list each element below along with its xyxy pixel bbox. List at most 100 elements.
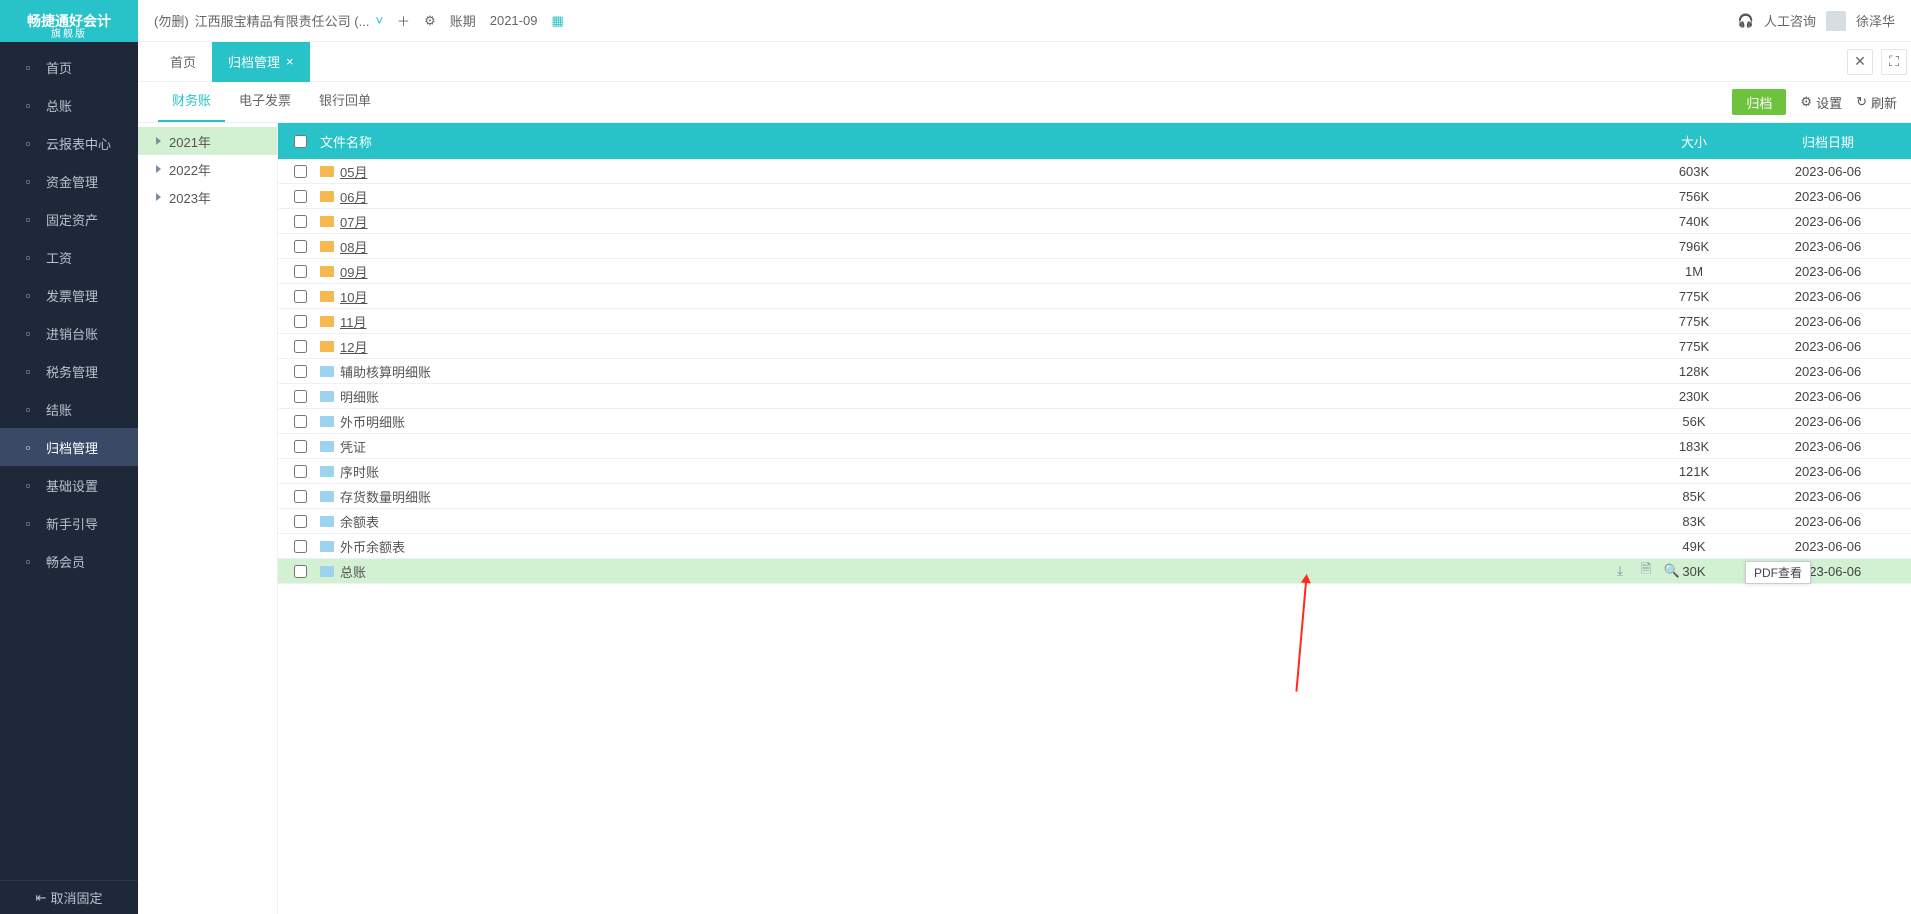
file-name: 外币明细账 bbox=[340, 415, 405, 430]
tab-close-button[interactable]: ✕ bbox=[1847, 49, 1873, 75]
file-link[interactable]: 09月 bbox=[340, 265, 367, 280]
sidebar-item-invoice[interactable]: ▫发票管理 bbox=[0, 276, 138, 314]
home-icon: ▫ bbox=[20, 59, 36, 75]
table-row: 外币余额表49K2023-06-06 bbox=[278, 534, 1911, 559]
row-check[interactable] bbox=[286, 240, 314, 253]
user-name[interactable]: 徐泽华 bbox=[1856, 11, 1895, 30]
calendar-icon[interactable]: ▦ bbox=[551, 13, 563, 29]
row-check[interactable] bbox=[286, 165, 314, 178]
year-pane: 2021年2022年2023年 bbox=[138, 123, 278, 914]
sidebar-item-archive[interactable]: ▫归档管理 bbox=[0, 428, 138, 466]
row-check[interactable] bbox=[286, 465, 314, 478]
row-size: 56K bbox=[1635, 414, 1753, 429]
file-link[interactable]: 08月 bbox=[340, 240, 367, 255]
row-check[interactable] bbox=[286, 440, 314, 453]
row-check[interactable] bbox=[286, 315, 314, 328]
download-icon[interactable]: ⤓ bbox=[1611, 562, 1629, 580]
settings-button[interactable]: ⚙ 设置 bbox=[1800, 93, 1842, 112]
table-row: 11月775K2023-06-06 bbox=[278, 309, 1911, 334]
file-link[interactable]: 12月 bbox=[340, 340, 367, 355]
folder-icon bbox=[320, 241, 334, 252]
tab-首页[interactable]: 首页 bbox=[154, 42, 212, 82]
reports-icon: ▫ bbox=[20, 135, 36, 151]
page-tabs: 首页归档管理× ✕ ⛶ bbox=[138, 42, 1911, 82]
fixed-assets-icon: ▫ bbox=[20, 211, 36, 227]
row-size: 1M bbox=[1635, 264, 1753, 279]
tax-icon: ▫ bbox=[20, 363, 36, 379]
pdf-icon[interactable]: 🗎 bbox=[1637, 562, 1655, 580]
sidebar-item-close-period[interactable]: ▫结账 bbox=[0, 390, 138, 428]
sidebar: 畅捷通好会计 旗舰版 ▫首页▫总账▫云报表中心▫资金管理▫固定资产▫工资▫发票管… bbox=[0, 0, 138, 914]
gear-icon[interactable]: ⚙ bbox=[424, 13, 436, 29]
archive-button[interactable]: 归档 bbox=[1732, 89, 1786, 115]
row-check[interactable] bbox=[286, 515, 314, 528]
sidebar-item-settings[interactable]: ▫基础设置 bbox=[0, 466, 138, 504]
file-link[interactable]: 05月 bbox=[340, 165, 367, 180]
row-check[interactable] bbox=[286, 290, 314, 303]
sidebar-item-ledger[interactable]: ▫总账 bbox=[0, 86, 138, 124]
sidebar-item-funds[interactable]: ▫资金管理 bbox=[0, 162, 138, 200]
table-body: 05月603K2023-06-0606月756K2023-06-0607月740… bbox=[278, 159, 1911, 914]
folder-icon bbox=[320, 191, 334, 202]
consult-link[interactable]: 人工咨询 bbox=[1764, 11, 1816, 30]
folder-icon bbox=[320, 166, 334, 177]
table-row: 09月1M2023-06-06 bbox=[278, 259, 1911, 284]
tab-归档管理[interactable]: 归档管理× bbox=[212, 42, 310, 82]
table-row: 总账⤓🗎🔍PDF查看30K2023-06-06 bbox=[278, 559, 1911, 584]
toolbar: 归档 ⚙ 设置 ↻ 刷新 bbox=[432, 82, 1911, 122]
row-check[interactable] bbox=[286, 540, 314, 553]
sidebar-item-reports[interactable]: ▫云报表中心 bbox=[0, 124, 138, 162]
sidebar-unpin[interactable]: ⇤ 取消固定 bbox=[0, 880, 138, 914]
file-link[interactable]: 10月 bbox=[340, 290, 367, 305]
row-check[interactable] bbox=[286, 215, 314, 228]
table-row: 存货数量明细账85K2023-06-06 bbox=[278, 484, 1911, 509]
file-name: 存货数量明细账 bbox=[340, 490, 431, 505]
year-item[interactable]: 2021年 bbox=[138, 127, 277, 155]
app-logo: 畅捷通好会计 旗舰版 bbox=[0, 0, 138, 42]
check-all[interactable] bbox=[286, 135, 314, 148]
view-icon[interactable]: 🔍 bbox=[1663, 562, 1681, 580]
sidebar-item-fixed-assets[interactable]: ▫固定资产 bbox=[0, 200, 138, 238]
guide-icon: ▫ bbox=[20, 515, 36, 531]
sidebar-item-home[interactable]: ▫首页 bbox=[0, 48, 138, 86]
file-link[interactable]: 11月 bbox=[340, 315, 367, 330]
row-size: 603K bbox=[1635, 164, 1753, 179]
row-check[interactable] bbox=[286, 190, 314, 203]
sidebar-item-tax[interactable]: ▫税务管理 bbox=[0, 352, 138, 390]
sidebar-item-inventory[interactable]: ▫进销台账 bbox=[0, 314, 138, 352]
row-check[interactable] bbox=[286, 340, 314, 353]
table-row: 08月796K2023-06-06 bbox=[278, 234, 1911, 259]
period-value[interactable]: 2021-09 bbox=[490, 13, 538, 28]
year-item[interactable]: 2022年 bbox=[138, 155, 277, 183]
row-size: 756K bbox=[1635, 189, 1753, 204]
funds-icon: ▫ bbox=[20, 173, 36, 189]
row-check[interactable] bbox=[286, 265, 314, 278]
file-link[interactable]: 07月 bbox=[340, 215, 367, 230]
row-check[interactable] bbox=[286, 415, 314, 428]
company-name: 江西服宝精品有限责任公司 (... bbox=[195, 11, 370, 30]
table-row: 明细账230K2023-06-06 bbox=[278, 384, 1911, 409]
subtab-财务账[interactable]: 财务账 bbox=[158, 82, 225, 122]
company-selector[interactable]: (勿删) 江西服宝精品有限责任公司 (... ˅ bbox=[154, 11, 383, 30]
file-link[interactable]: 06月 bbox=[340, 190, 367, 205]
row-check[interactable] bbox=[286, 390, 314, 403]
folder-icon bbox=[320, 341, 334, 352]
table-row: 序时账121K2023-06-06 bbox=[278, 459, 1911, 484]
refresh-button[interactable]: ↻ 刷新 bbox=[1856, 93, 1897, 112]
fullscreen-button[interactable]: ⛶ bbox=[1881, 49, 1907, 75]
row-check[interactable] bbox=[286, 490, 314, 503]
row-check[interactable] bbox=[286, 365, 314, 378]
subtab-银行回单[interactable]: 银行回单 bbox=[305, 82, 385, 122]
sidebar-item-guide[interactable]: ▫新手引导 bbox=[0, 504, 138, 542]
row-check[interactable] bbox=[286, 565, 314, 578]
sidebar-item-membership[interactable]: ▫畅会员 bbox=[0, 542, 138, 580]
folder-icon bbox=[320, 216, 334, 227]
subtab-电子发票[interactable]: 电子发票 bbox=[225, 82, 305, 122]
add-icon[interactable]: ＋ bbox=[397, 11, 410, 30]
file-icon bbox=[320, 366, 334, 377]
table-row: 07月740K2023-06-06 bbox=[278, 209, 1911, 234]
close-icon[interactable]: × bbox=[286, 54, 294, 69]
table-row: 辅助核算明细账128K2023-06-06 bbox=[278, 359, 1911, 384]
sidebar-item-salary[interactable]: ▫工资 bbox=[0, 238, 138, 276]
year-item[interactable]: 2023年 bbox=[138, 183, 277, 211]
